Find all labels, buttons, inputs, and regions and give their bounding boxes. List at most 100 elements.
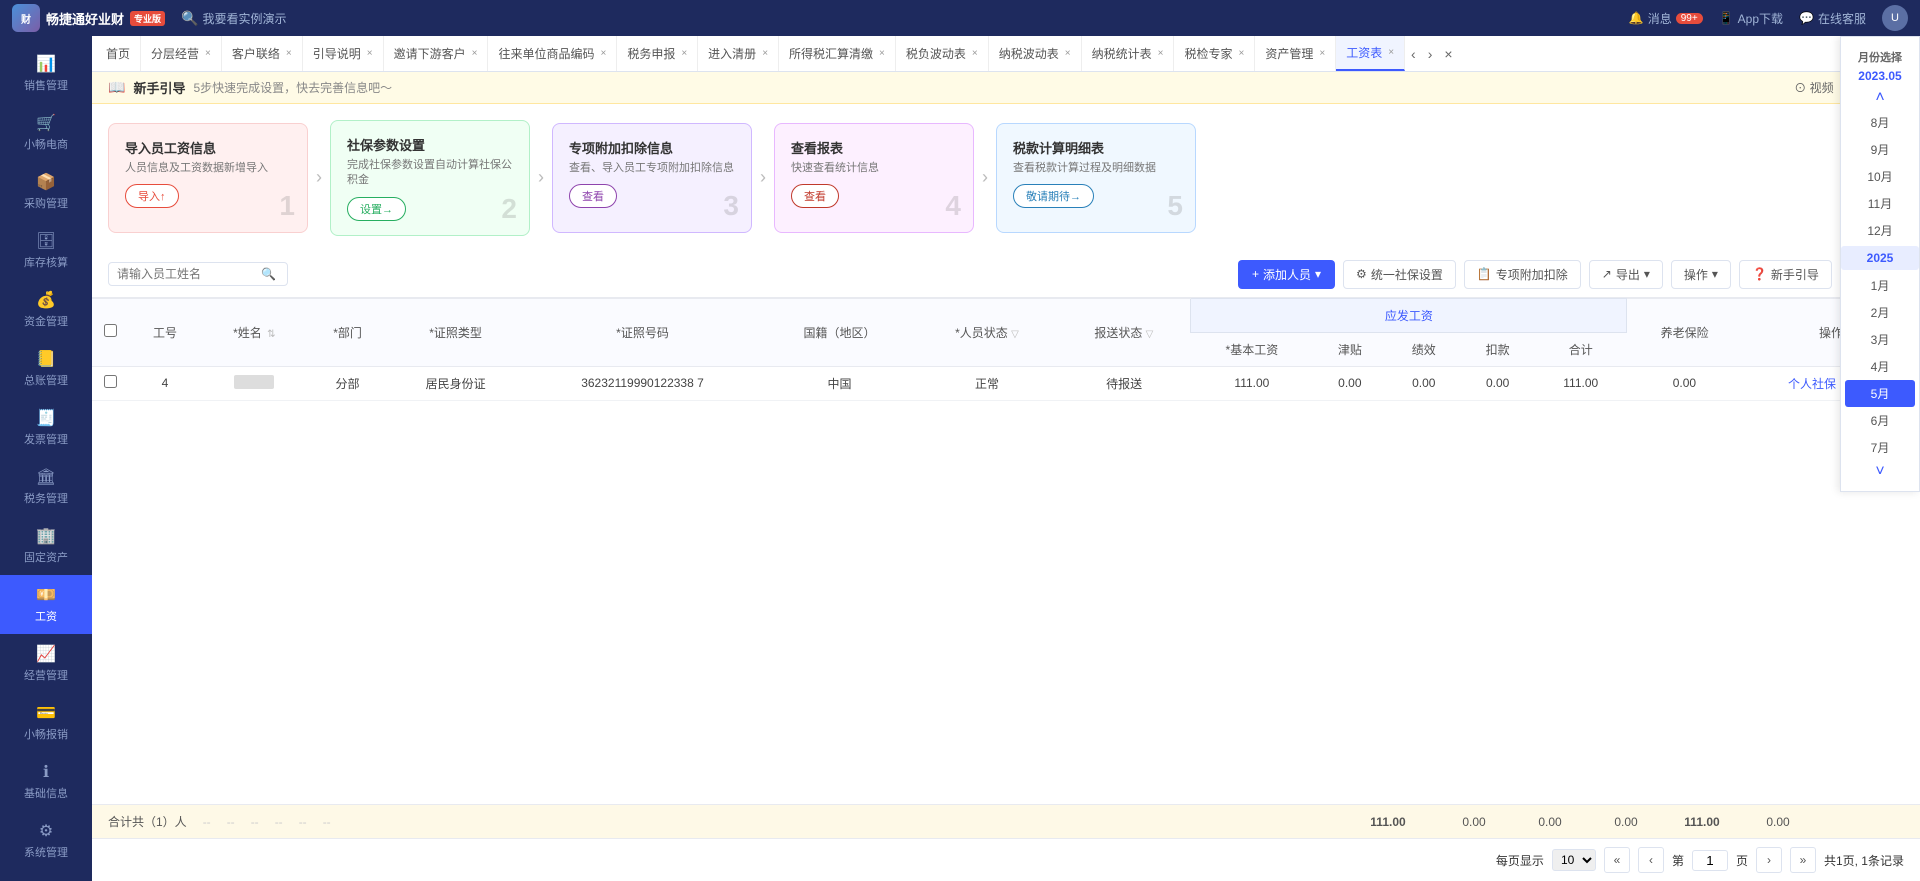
sidebar-item-system[interactable]: ⚙ 系统管理 [0,811,92,870]
month-item-11[interactable]: 11月 [1841,190,1919,217]
step-4-title: 查看报表 [791,138,957,157]
tab-salary-table[interactable]: 工资表 × [1336,36,1405,71]
unified-settings-button[interactable]: ⚙ 统一社保设置 [1343,260,1456,289]
month-item-10[interactable]: 10月 [1841,163,1919,190]
page-prev-button[interactable]: ‹ [1638,847,1664,873]
month-item-3[interactable]: 3月 [1841,326,1919,353]
tab-close-icon[interactable]: × [1158,48,1164,59]
tab-home[interactable]: 首页 [96,36,141,71]
guide-button[interactable]: ❓ 新手引导 [1739,260,1832,289]
tab-close-active-icon[interactable]: × [1388,47,1394,58]
step-4-button[interactable]: 查看 [791,184,839,208]
tab-close-icon[interactable]: × [879,48,885,59]
page-input[interactable] [1692,850,1728,871]
month-item-2[interactable]: 2月 [1841,299,1919,326]
tab-close-icon[interactable]: × [367,48,373,59]
sidebar-item-basicinfo[interactable]: ℹ 基础信息 [0,752,92,811]
add-employee-button[interactable]: + 添加人员 ▾ [1238,260,1335,289]
sidebar-item-purchase[interactable]: 📦 采购管理 [0,162,92,221]
top-bar: 财 畅捷通好业财 专业版 🔍 我要看实例演示 🔔 消息 99+ 📱 App下载 … [0,0,1920,36]
search-icon[interactable]: 🔍 [261,267,276,281]
tab-asset-management[interactable]: 资产管理 × [1255,36,1336,71]
tab-customer[interactable]: 客户联络 × [222,36,303,71]
select-all-checkbox[interactable] [104,324,117,337]
tab-product-code[interactable]: 往来单位商品编码 × [488,36,617,71]
search-box[interactable]: 🔍 [108,262,288,286]
user-avatar[interactable]: U [1882,5,1908,31]
step-2-button[interactable]: 设置→ [347,197,406,221]
month-item-5[interactable]: 5月 [1845,380,1915,407]
month-item-8[interactable]: 8月 [1841,109,1919,136]
app-download-button[interactable]: 📱 App下载 [1719,10,1783,27]
online-service-button[interactable]: 💬 在线客服 [1799,10,1866,27]
status-filter-icon[interactable]: ▽ [1011,329,1019,340]
month-item-6[interactable]: 6月 [1841,407,1919,434]
month-item-7[interactable]: 7月 [1841,434,1919,461]
sidebar-item-invoice[interactable]: 🧾 发票管理 [0,398,92,457]
tab-income-tax[interactable]: 所得税汇算清缴 × [779,36,896,71]
tab-tax-expert[interactable]: 税检专家 × [1174,36,1255,71]
tab-guide[interactable]: 引导说明 × [303,36,384,71]
page-last-button[interactable]: » [1790,847,1816,873]
tab-close-icon[interactable]: × [681,48,687,59]
sidebar-item-operations[interactable]: 📈 经营管理 [0,634,92,693]
operations-button[interactable]: 操作 ▾ [1671,260,1731,289]
tab-clearance[interactable]: 进入清册 × [698,36,779,71]
sidebar-item-sales[interactable]: 📊 销售管理 [0,44,92,103]
month-item-12[interactable]: 12月 [1841,217,1919,244]
sidebar-item-finance[interactable]: 💰 资金管理 [0,280,92,339]
tab-close-icon[interactable]: × [286,48,292,59]
month-year-2025[interactable]: 2025 [1841,246,1919,270]
tab-close-icon[interactable]: × [972,48,978,59]
tab-tier-management[interactable]: 分层经营 × [141,36,222,71]
name-sort-icon[interactable]: ⇅ [267,329,275,340]
step-3-button[interactable]: 查看 [569,184,617,208]
messages-button[interactable]: 🔔 消息 99+ [1629,10,1703,27]
tab-close-icon[interactable]: × [1319,48,1325,59]
sidebar-item-ledger[interactable]: 📒 总账管理 [0,339,92,398]
month-picker-year[interactable]: 2023.05 [1858,69,1901,83]
step-5-button[interactable]: 敬请期待→ [1013,184,1094,208]
search-input[interactable] [117,267,257,281]
sidebar-item-assets[interactable]: 🏢 固定资产 [0,516,92,575]
month-item-1[interactable]: 1月 [1841,272,1919,299]
tab-tax-burden[interactable]: 税负波动表 × [896,36,989,71]
tab-close-icon[interactable]: × [472,48,478,59]
report-filter-icon[interactable]: ▽ [1146,329,1154,340]
tab-close-icon[interactable]: × [600,48,606,59]
sidebar-item-salary[interactable]: 💴 工资 [0,575,92,634]
tab-tax-fluctuation[interactable]: 纳税波动表 × [989,36,1082,71]
step-1-button[interactable]: 导入↑ [125,184,179,208]
tab-nav-next[interactable]: › [1422,46,1439,62]
sidebar-item-inventory[interactable]: 🗄 库存核算 [0,221,92,280]
sidebar-item-tax[interactable]: 🏛 税务管理 [0,457,92,516]
demo-link[interactable]: 我要看实例演示 [202,10,286,27]
special-deduction-button[interactable]: 📋 专项附加扣除 [1464,260,1581,289]
page-first-button[interactable]: « [1604,847,1630,873]
month-item-4[interactable]: 4月 [1841,353,1919,380]
export-button[interactable]: ↗ 导出 ▾ [1589,260,1663,289]
sidebar-item-cooperation[interactable]: 🤝 企业协同 [0,870,92,881]
tab-nav-prev[interactable]: ‹ [1405,46,1422,62]
tab-close-icon[interactable]: × [762,48,768,59]
sidebar-item-expense[interactable]: 💳 小畅报销 [0,693,92,752]
personal-insurance-link[interactable]: 个人社保 [1788,377,1836,391]
tab-close-icon[interactable]: × [1238,48,1244,59]
row-select-checkbox[interactable] [104,375,117,388]
tab-close-all[interactable]: × [1438,46,1458,62]
video-link[interactable]: ⊙ 视频 [1794,79,1833,96]
month-nav-down-icon[interactable]: ˅ [1875,463,1884,481]
page-next-button[interactable]: › [1756,847,1782,873]
tab-close-icon[interactable]: × [205,48,211,59]
tab-tax-stats[interactable]: 纳税统计表 × [1082,36,1175,71]
sidebar-item-label: 固定资产 [24,549,68,565]
col-performance: 绩效 [1387,332,1461,366]
per-page-select[interactable]: 10 20 50 [1552,849,1596,871]
expense-icon: 💳 [36,703,56,723]
tab-close-icon[interactable]: × [1065,48,1071,59]
month-nav-up-icon[interactable]: ˄ [1875,89,1884,107]
tab-tax-filing[interactable]: 税务申报 × [617,36,698,71]
month-item-9[interactable]: 9月 [1841,136,1919,163]
sidebar-item-ecommerce[interactable]: 🛒 小畅电商 [0,103,92,162]
tab-invite[interactable]: 邀请下游客户 × [384,36,489,71]
